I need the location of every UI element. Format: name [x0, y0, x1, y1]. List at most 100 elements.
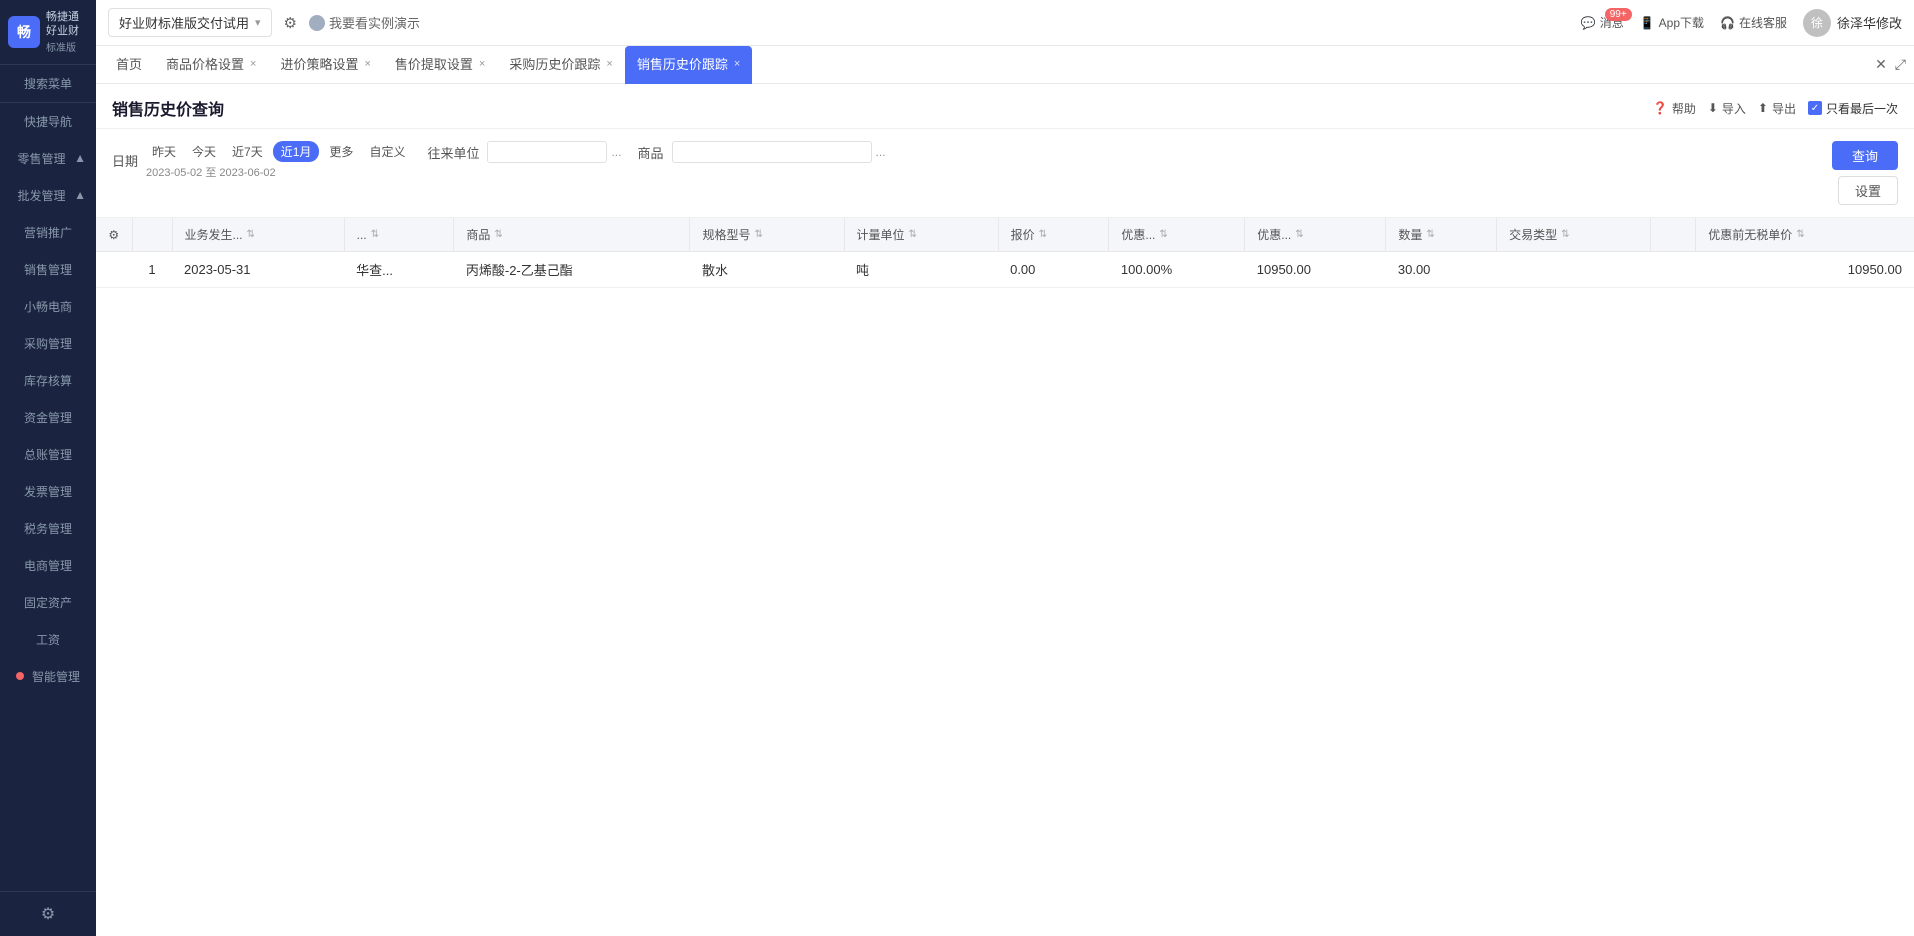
tab-close-icon[interactable]: × — [250, 58, 256, 70]
version-selector[interactable]: 好业财标准版交付试用 ▾ — [108, 8, 272, 37]
sidebar-search[interactable]: 搜索菜单 — [0, 65, 96, 103]
tab-label: 商品价格设置 — [166, 54, 244, 73]
sidebar-settings-button[interactable]: ⚙ — [0, 892, 96, 936]
help-button[interactable]: ❓ 帮助 — [1653, 100, 1696, 117]
row-number: 1 — [132, 252, 172, 288]
col-unit[interactable]: 计量单位 ⇅ — [844, 218, 998, 252]
source-unit-input-group: ... — [487, 141, 621, 163]
sort-icon[interactable]: ⇅ — [909, 229, 917, 240]
row-spec: 散水 — [690, 252, 844, 288]
window-close-icon[interactable]: ✕ — [1875, 56, 1887, 73]
sidebar-item-invoice[interactable]: 发票管理 — [0, 473, 96, 510]
sidebar-item-general-ledger[interactable]: 总账管理 — [0, 436, 96, 473]
product-more-button[interactable]: ... — [876, 145, 886, 159]
sidebar-item-fixed-assets[interactable]: 固定资产 — [0, 584, 96, 621]
col-business-date[interactable]: 业务发生... ⇅ — [172, 218, 344, 252]
sort-icon[interactable]: ⇅ — [1796, 229, 1804, 240]
sidebar-bottom: ⚙ — [0, 891, 96, 936]
sort-icon[interactable]: ⇅ — [1295, 229, 1303, 240]
tab-close-icon[interactable]: × — [606, 58, 612, 70]
sidebar-item-retail[interactable]: 零售管理 ▲ — [0, 140, 96, 177]
date-btn-yesterday[interactable]: 昨天 — [146, 141, 182, 162]
sidebar-item-label: 营销推广 — [24, 224, 72, 241]
col-product[interactable]: 商品 ⇅ — [454, 218, 690, 252]
sort-icon[interactable]: ⇅ — [1039, 229, 1047, 240]
tab-sale-price-extract[interactable]: 售价提取设置 × — [383, 46, 497, 84]
sidebar-item-label: 固定资产 — [24, 594, 72, 611]
window-expand-icon[interactable]: ⤢ — [1895, 56, 1906, 73]
tabs-bar-right: ✕ ⤢ — [1875, 56, 1906, 73]
sidebar-item-ecommerce-small[interactable]: 小畅电商 — [0, 288, 96, 325]
tab-close-icon[interactable]: × — [479, 58, 485, 70]
date-btn-today[interactable]: 今天 — [186, 141, 222, 162]
main-area: 好业财标准版交付试用 ▾ ⚙ 我要看实例演示 💬 消息 99+ 📱 App下载 … — [96, 0, 1914, 936]
sidebar-item-sales[interactable]: 销售管理 — [0, 251, 96, 288]
tab-sales-history[interactable]: 销售历史价跟踪 × — [625, 46, 752, 84]
tab-label: 销售历史价跟踪 — [637, 54, 728, 73]
app-logo-subtitle: 标准版 — [46, 39, 88, 54]
sidebar-item-marketing[interactable]: 营销推广 — [0, 214, 96, 251]
user-menu[interactable]: 徐 徐泽华修改 — [1803, 9, 1902, 37]
tab-home[interactable]: 首页 — [104, 46, 154, 84]
source-unit-input[interactable] — [487, 141, 607, 163]
product-filter-group: 商品 ... — [637, 141, 885, 163]
sidebar-item-inventory[interactable]: 库存核算 — [0, 362, 96, 399]
sidebar-item-wholesale[interactable]: 批发管理 ▲ — [0, 177, 96, 214]
settings-button[interactable]: 设置 — [1838, 176, 1898, 205]
demo-text: 我要看实例演示 — [329, 13, 420, 32]
import-icon: ⬇ — [1708, 101, 1718, 115]
sort-icon[interactable]: ⇅ — [754, 229, 762, 240]
col-pretax-price[interactable]: 优惠前无税单价 ⇅ — [1696, 218, 1914, 252]
smart-dot-icon — [16, 672, 24, 680]
tab-purchase-strategy[interactable]: 进价策略设置 × — [268, 46, 382, 84]
col-quantity[interactable]: 数量 ⇅ — [1386, 218, 1497, 252]
phone-icon: 📱 — [1640, 16, 1655, 30]
tab-close-icon[interactable]: × — [364, 58, 370, 70]
online-service-button[interactable]: 🎧 在线客服 — [1720, 14, 1787, 31]
col-settings[interactable]: ⚙ — [96, 218, 132, 252]
tab-close-icon[interactable]: × — [734, 58, 740, 70]
product-input[interactable] — [672, 141, 872, 163]
sidebar-item-finance[interactable]: 资金管理 — [0, 399, 96, 436]
tab-purchase-history[interactable]: 采购历史价跟踪 × — [497, 46, 624, 84]
sidebar-item-label: 电商管理 — [24, 557, 72, 574]
import-button[interactable]: ⬇ 导入 — [1708, 100, 1746, 117]
col-spec[interactable]: 规格型号 ⇅ — [690, 218, 844, 252]
sidebar-item-quick-nav[interactable]: 快捷导航 — [0, 103, 96, 140]
date-btn-custom[interactable]: 自定义 — [363, 141, 411, 162]
col-discount2[interactable]: 优惠... ⇅ — [1245, 218, 1386, 252]
only-last-checkbox[interactable]: ✓ 只看最后一次 — [1808, 100, 1898, 117]
sort-icon[interactable]: ⇅ — [371, 229, 379, 240]
col-transaction-type[interactable]: 交易类型 ⇅ — [1497, 218, 1651, 252]
sidebar-item-smart[interactable]: 智能管理 — [0, 658, 96, 695]
app-logo-title: 畅捷通好业财 — [46, 10, 88, 39]
date-btn-last7[interactable]: 近7天 — [226, 141, 269, 162]
sidebar-item-tax[interactable]: 税务管理 — [0, 510, 96, 547]
demo-link[interactable]: 我要看实例演示 — [309, 13, 420, 32]
sort-icon[interactable]: ⇅ — [1561, 229, 1569, 240]
date-btn-last1m[interactable]: 近1月 — [273, 141, 320, 162]
query-button[interactable]: 查询 — [1832, 141, 1898, 170]
messages-button[interactable]: 💬 消息 99+ — [1581, 14, 1624, 31]
sort-icon[interactable]: ⇅ — [247, 229, 255, 240]
page-title: 销售历史价查询 — [112, 96, 224, 120]
tab-label: 首页 — [116, 54, 142, 73]
sidebar-item-salary[interactable]: 工资 — [0, 621, 96, 658]
sort-icon[interactable]: ⇅ — [494, 229, 502, 240]
source-unit-more-button[interactable]: ... — [611, 145, 621, 159]
sort-icon[interactable]: ⇅ — [1159, 229, 1167, 240]
topbar-gear-icon[interactable]: ⚙ — [284, 14, 297, 32]
sidebar-item-ecommerce[interactable]: 电商管理 — [0, 547, 96, 584]
export-button[interactable]: ⬆ 导出 — [1758, 100, 1796, 117]
sort-icon[interactable]: ⇅ — [1426, 229, 1434, 240]
app-download-button[interactable]: 📱 App下载 — [1640, 14, 1704, 31]
tab-product-price[interactable]: 商品价格设置 × — [154, 46, 268, 84]
sidebar-item-label: 采购管理 — [24, 335, 72, 352]
col-discount1[interactable]: 优惠... ⇅ — [1109, 218, 1245, 252]
date-btn-more[interactable]: 更多 — [323, 141, 359, 162]
sidebar-item-label: 智能管理 — [32, 668, 80, 685]
col-price[interactable]: 报价 ⇅ — [998, 218, 1109, 252]
col-more[interactable]: ... ⇅ — [344, 218, 454, 252]
sidebar-item-purchase[interactable]: 采购管理 — [0, 325, 96, 362]
sidebar: 畅 畅捷通好业财 标准版 搜索菜单 快捷导航 零售管理 ▲ 批发管理 ▲ 营销推… — [0, 0, 96, 936]
